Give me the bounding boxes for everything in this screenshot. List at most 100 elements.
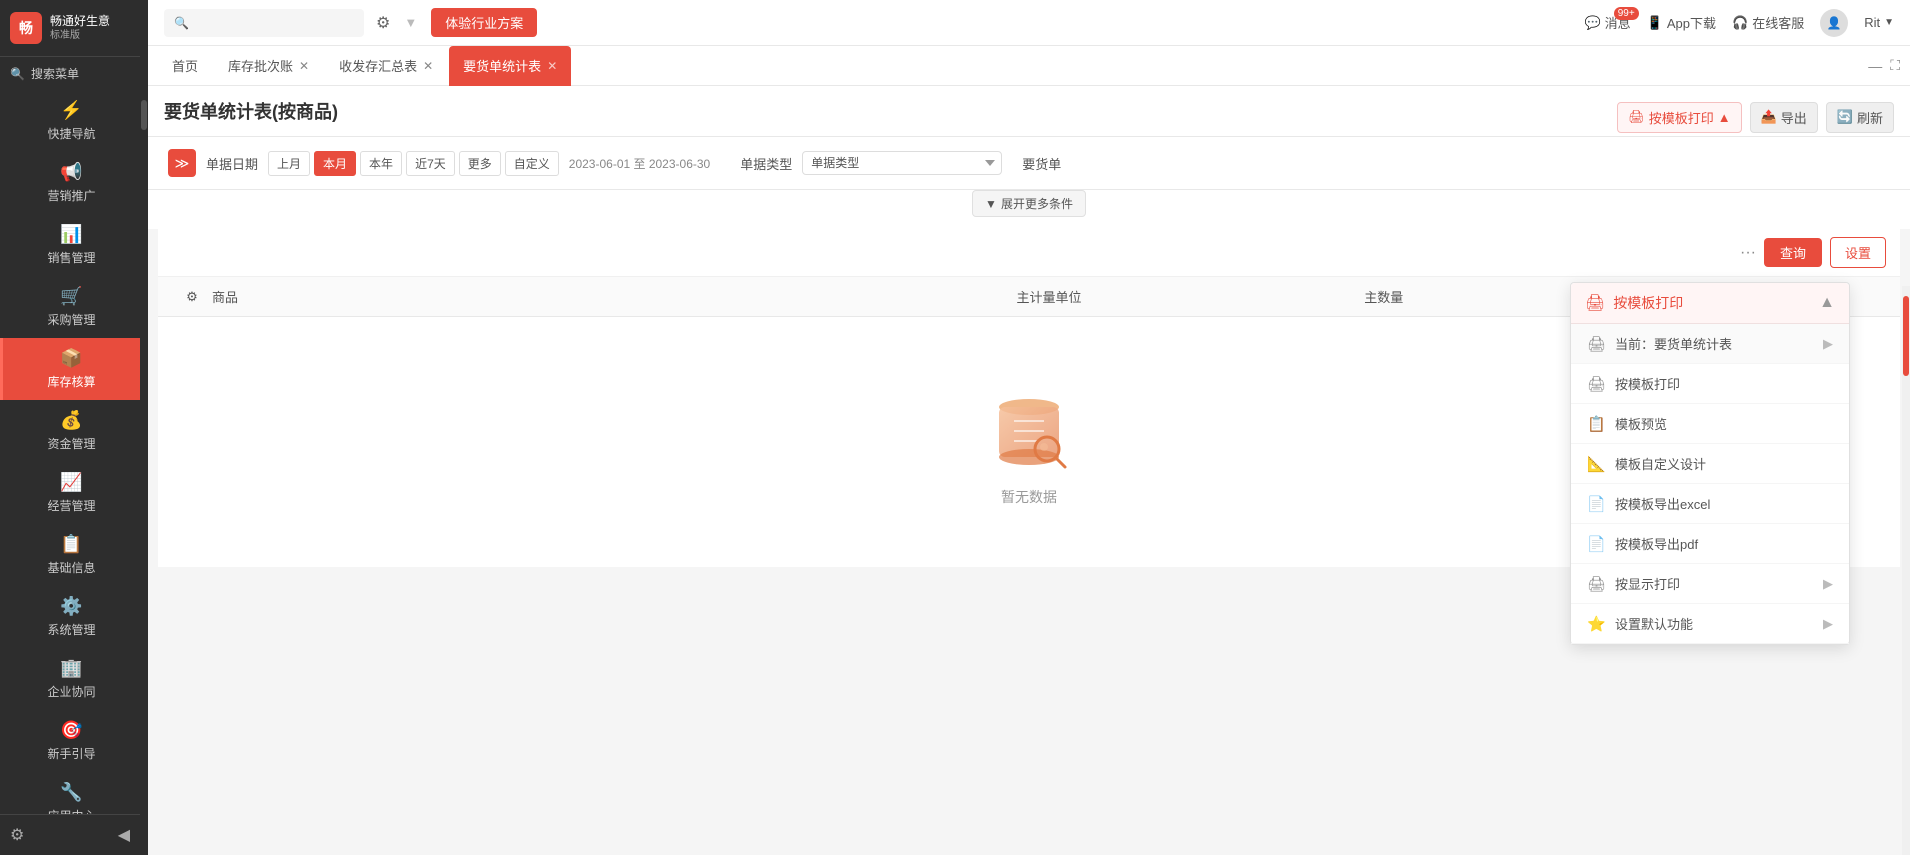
filter-prev-month-btn[interactable]: 上月 — [268, 151, 310, 176]
dropdown-current-item[interactable]: 🖨 当前：要货单统计表 ▶ — [1571, 324, 1849, 364]
dropdown-print-icon: 🖨 — [1585, 293, 1605, 313]
tabbar-end: — ⛶ — [1868, 57, 1900, 74]
filter-more-btn[interactable]: 更多 — [459, 151, 501, 176]
user-avatar[interactable]: 👤 — [1820, 9, 1848, 37]
sidebar-item-operations[interactable]: 📈 经营管理 — [0, 462, 140, 524]
more-options-btn[interactable]: ··· — [1740, 244, 1756, 262]
sidebar-nav: ⚡ 快捷导航 📢 营销推广 📊 销售管理 🛒 采购管理 📦 库存核算 💰 资金管… — [0, 90, 140, 814]
tab-order-stats-close[interactable]: ✕ — [547, 59, 557, 73]
filter-current-year-btn[interactable]: 本年 — [360, 151, 402, 176]
filter-date-btns: 上月 本月 本年 近7天 更多 自定义 — [268, 151, 559, 176]
sidebar-item-appstore[interactable]: 🔧 应用中心 — [0, 772, 140, 814]
print-template-btn[interactable]: 🖨 按模板打印 ▲ — [1617, 102, 1741, 133]
search-icon: 🔍 — [10, 67, 25, 81]
topbar-gear-btn[interactable]: ⚙ — [376, 13, 390, 33]
table-right-actions: ··· 查询 设置 — [1740, 237, 1886, 268]
filter-expand-btn[interactable]: ≫ — [168, 149, 196, 177]
user-dropdown-icon: ▼ — [1884, 17, 1894, 28]
dropdown-template-print[interactable]: 🖨 按模板打印 — [1571, 364, 1849, 404]
username-display[interactable]: Rit ▼ — [1864, 15, 1894, 30]
avatar-img: 👤 — [1820, 9, 1848, 37]
sidebar-item-inventory[interactable]: 📦 库存核算 — [0, 338, 140, 400]
topbar-right: 💬 消息 99+ 📱 App下载 🎧 在线客服 👤 Rit ▼ — [1584, 9, 1894, 37]
online-service-btn[interactable]: 🎧 在线客服 — [1732, 13, 1804, 32]
dropdown-pdf-icon: 📄 — [1587, 535, 1605, 553]
print-dropdown-arrow-up: ▲ — [1718, 110, 1731, 125]
sidebar-item-guide[interactable]: 🎯 新手引导 — [0, 710, 140, 772]
page-content: 要货单统计表(按商品) 🖨 按模板打印 ▲ 📤 导出 🔄 刷新 — [148, 86, 1910, 855]
sidebar-search-btn[interactable]: 🔍 搜索菜单 — [0, 57, 140, 90]
topbar-dropdown-icon: ▼ — [404, 15, 417, 30]
tab-receipt-summary[interactable]: 收发存汇总表 ✕ — [325, 46, 447, 86]
dropdown-title: 🖨 按模板打印 — [1585, 293, 1683, 313]
dropdown-current-icon: 🖨 — [1587, 335, 1605, 353]
tab-batch-account-close[interactable]: ✕ — [299, 59, 309, 73]
messages-btn[interactable]: 💬 消息 99+ — [1584, 13, 1630, 32]
dropdown-close-btn[interactable]: ▲ — [1819, 294, 1835, 312]
sidebar-scrollbar[interactable] — [140, 0, 148, 855]
right-scrollbar[interactable] — [1902, 286, 1910, 855]
purchase-icon: 🛒 — [60, 286, 82, 307]
tab-maximize-btn[interactable]: ⛶ — [1890, 57, 1900, 74]
dropdown-set-default[interactable]: ⭐ 设置默认功能 ▶ — [1571, 604, 1849, 644]
sidebar-item-enterprise[interactable]: 🏢 企业协同 — [0, 648, 140, 710]
sidebar-item-sales[interactable]: 📊 销售管理 — [0, 214, 140, 276]
topbar-search-box[interactable]: 🔍 — [164, 9, 364, 37]
print-icon: 🖨 — [1628, 109, 1645, 125]
sidebar-item-purchase[interactable]: 🛒 采购管理 — [0, 276, 140, 338]
print-dropdown-popup: 🖨 按模板打印 ▲ 🖨 当前：要货单统计表 ▶ 🖨 按模板打印 📋 模板预览 — [1570, 282, 1850, 645]
sidebar: 畅 畅通好生意 标准版 🔍 搜索菜单 ⚡ 快捷导航 📢 营销推广 📊 销售管理 … — [0, 0, 140, 855]
settings-btn[interactable]: 设置 — [1830, 237, 1886, 268]
system-icon: ⚙️ — [60, 596, 82, 617]
dropdown-default-icon: ⭐ — [1587, 615, 1605, 633]
dropdown-default-arrow: ▶ — [1823, 616, 1833, 632]
dropdown-export-excel[interactable]: 📄 按模板导出excel — [1571, 484, 1849, 524]
dropdown-template-print-icon: 🖨 — [1587, 375, 1605, 393]
query-btn[interactable]: 查询 — [1764, 238, 1822, 267]
filter-expand-more-btn[interactable]: ▼ 展开更多条件 — [972, 190, 1086, 217]
sidebar-item-base[interactable]: 📋 基础信息 — [0, 524, 140, 586]
collapse-sidebar-btn[interactable]: ◀ — [118, 825, 130, 845]
sidebar-item-system[interactable]: ⚙️ 系统管理 — [0, 586, 140, 648]
topbar: 🔍 ⚙ ▼ 体验行业方案 💬 消息 99+ 📱 App下载 🎧 在线客服 👤 — [148, 0, 1910, 46]
service-icon: 🎧 — [1732, 15, 1748, 31]
table-col-unit: 主计量单位 — [882, 287, 1217, 306]
topbar-search-icon: 🔍 — [174, 16, 189, 30]
filter-last7days-btn[interactable]: 近7天 — [406, 151, 455, 176]
dropdown-template-design[interactable]: 📐 模板自定义设计 — [1571, 444, 1849, 484]
dropdown-export-pdf[interactable]: 📄 按模板导出pdf — [1571, 524, 1849, 564]
refresh-btn[interactable]: 🔄 刷新 — [1826, 102, 1894, 133]
dropdown-design-icon: 📐 — [1587, 455, 1605, 473]
empty-state-icon — [979, 377, 1079, 487]
table-col-settings[interactable]: ⚙ — [172, 289, 212, 305]
tab-home[interactable]: 首页 — [158, 46, 212, 86]
settings-footer-btn[interactable]: ⚙ — [10, 825, 24, 845]
app-name: 畅通好生意 标准版 — [50, 13, 110, 44]
message-icon: 💬 — [1584, 15, 1600, 31]
export-btn[interactable]: 📤 导出 — [1750, 102, 1818, 133]
app-logo-icon: 畅 — [10, 12, 42, 44]
tab-receipt-summary-close[interactable]: ✕ — [423, 59, 433, 73]
dropdown-template-preview[interactable]: 📋 模板预览 — [1571, 404, 1849, 444]
tab-batch-account[interactable]: 库存批次账 ✕ — [214, 46, 323, 86]
app-download-btn[interactable]: 📱 App下载 — [1647, 13, 1716, 32]
guide-icon: 🎯 — [60, 720, 82, 741]
table-col-qty: 主数量 — [1216, 287, 1551, 306]
sales-icon: 📊 — [60, 224, 82, 245]
dropdown-current-arrow: ▶ — [1823, 336, 1833, 352]
sidebar-item-finance[interactable]: 💰 资金管理 — [0, 400, 140, 462]
sidebar-item-marketing[interactable]: 📢 营销推广 — [0, 152, 140, 214]
finance-icon: 💰 — [60, 410, 82, 431]
refresh-icon: 🔄 — [1837, 109, 1853, 125]
filter-custom-btn[interactable]: 自定义 — [505, 151, 559, 176]
expand-icon: ▼ — [985, 197, 997, 211]
enterprise-icon: 🏢 — [60, 658, 82, 679]
filter-current-month-btn[interactable]: 本月 — [314, 151, 356, 176]
tab-order-stats[interactable]: 要货单统计表 ✕ — [449, 46, 571, 86]
trial-btn[interactable]: 体验行业方案 — [431, 8, 537, 37]
tab-minimize-btn[interactable]: — — [1868, 58, 1882, 74]
dropdown-display-print[interactable]: 🖨 按显示打印 ▶ — [1571, 564, 1849, 604]
sidebar-item-quick-nav[interactable]: ⚡ 快捷导航 — [0, 90, 140, 152]
phone-icon: 📱 — [1647, 15, 1663, 31]
filter-type-select[interactable]: 单据类型 — [802, 151, 1002, 175]
